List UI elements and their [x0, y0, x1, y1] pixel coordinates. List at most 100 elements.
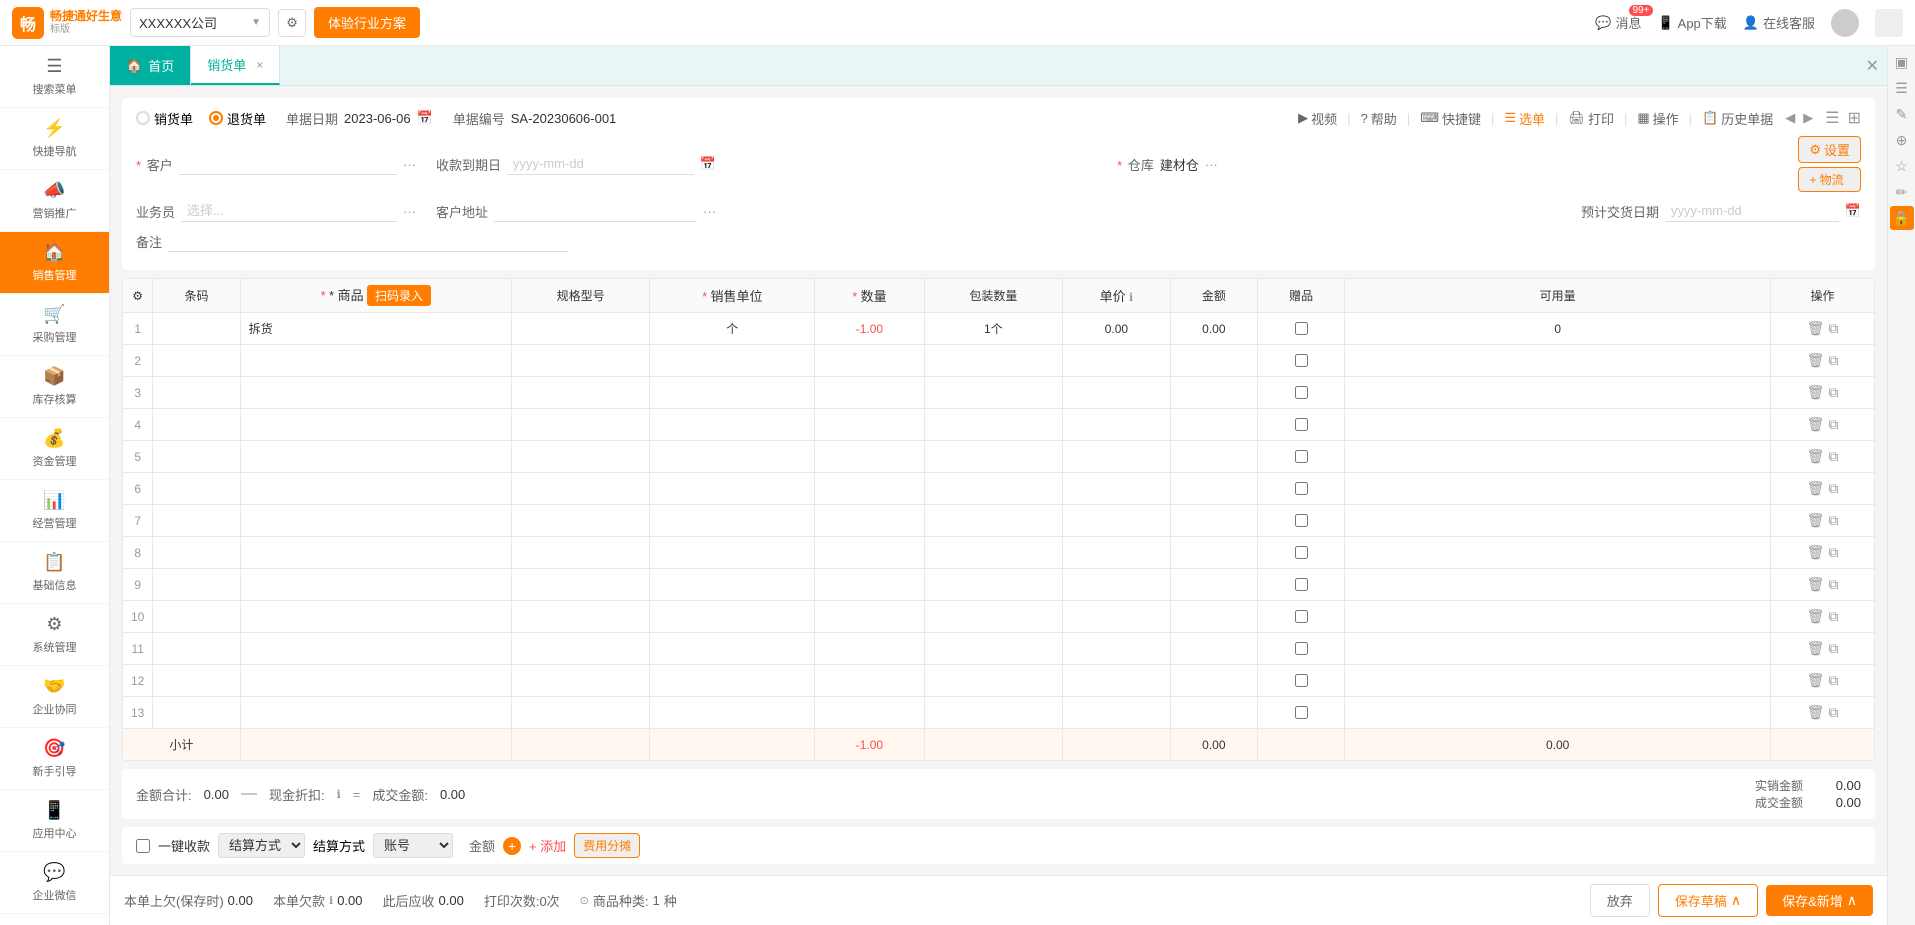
- row-pkg-qty[interactable]: [924, 537, 1062, 569]
- row-price[interactable]: [1063, 537, 1171, 569]
- settings-icon[interactable]: ⚙: [278, 9, 306, 37]
- row-barcode[interactable]: [153, 345, 240, 377]
- gift-checkbox[interactable]: [1295, 706, 1308, 719]
- row-unit[interactable]: [650, 377, 815, 409]
- row-gift[interactable]: [1257, 665, 1344, 697]
- row-amount[interactable]: [1170, 633, 1257, 665]
- nav-prev-icon[interactable]: ◀: [1785, 110, 1795, 126]
- row-price[interactable]: [1063, 409, 1171, 441]
- logistics-button[interactable]: + 物流: [1798, 167, 1861, 192]
- rt-btn-6[interactable]: ✏: [1890, 180, 1914, 204]
- row-gift[interactable]: [1257, 313, 1344, 345]
- row-gift[interactable]: [1257, 505, 1344, 537]
- rt-btn-2[interactable]: ☰: [1890, 76, 1914, 100]
- user-menu-icon[interactable]: [1875, 9, 1903, 37]
- sidebar-item-sales[interactable]: 🏠 销售管理: [0, 232, 109, 294]
- delete-icon[interactable]: 🗑: [1807, 416, 1825, 433]
- remark-input[interactable]: [168, 230, 568, 252]
- delete-icon[interactable]: 🗑: [1807, 320, 1825, 337]
- row-price[interactable]: [1063, 377, 1171, 409]
- calc-method-select[interactable]: 结算方式: [218, 833, 305, 858]
- row-gift[interactable]: [1257, 473, 1344, 505]
- row-product[interactable]: [240, 345, 511, 377]
- row-barcode[interactable]: [153, 569, 240, 601]
- row-qty[interactable]: [815, 345, 924, 377]
- row-barcode[interactable]: [153, 505, 240, 537]
- customer-input[interactable]: [179, 153, 397, 175]
- row-amount[interactable]: [1170, 441, 1257, 473]
- row-product[interactable]: [240, 409, 511, 441]
- row-product[interactable]: [240, 377, 511, 409]
- row-pkg-qty[interactable]: [924, 697, 1062, 729]
- row-unit[interactable]: [650, 409, 815, 441]
- row-gift[interactable]: [1257, 441, 1344, 473]
- row-unit[interactable]: 个: [650, 313, 815, 345]
- row-qty[interactable]: [815, 569, 924, 601]
- row-unit[interactable]: [650, 345, 815, 377]
- calendar-icon[interactable]: 📅: [417, 110, 433, 126]
- row-qty[interactable]: [815, 601, 924, 633]
- row-spec[interactable]: [511, 313, 649, 345]
- gift-checkbox[interactable]: [1295, 674, 1308, 687]
- row-price[interactable]: 0.00: [1063, 313, 1171, 345]
- row-price[interactable]: [1063, 601, 1171, 633]
- row-qty[interactable]: [815, 377, 924, 409]
- delete-icon[interactable]: 🗑: [1807, 576, 1825, 593]
- view-list-icon[interactable]: ☰: [1825, 108, 1839, 128]
- row-barcode[interactable]: [153, 409, 240, 441]
- row-spec[interactable]: [511, 665, 649, 697]
- delete-icon[interactable]: 🗑: [1807, 352, 1825, 369]
- abandon-button[interactable]: 放弃: [1590, 884, 1650, 917]
- gift-checkbox[interactable]: [1295, 450, 1308, 463]
- settings-button[interactable]: ⚙ 设置: [1798, 136, 1861, 163]
- row-unit[interactable]: [650, 441, 815, 473]
- sidebar-item-wechat[interactable]: 💬 企业微信: [0, 852, 109, 914]
- operate-link[interactable]: ▦ 操作: [1637, 109, 1678, 128]
- account-select[interactable]: 账号: [373, 833, 453, 858]
- gift-checkbox[interactable]: [1295, 610, 1308, 623]
- row-qty[interactable]: [815, 441, 924, 473]
- row-barcode[interactable]: [153, 697, 240, 729]
- row-amount[interactable]: [1170, 537, 1257, 569]
- add-button[interactable]: +: [503, 837, 521, 855]
- warehouse-dots-icon[interactable]: ···: [1205, 157, 1218, 172]
- sidebar-item-operation[interactable]: 📊 经营管理: [0, 480, 109, 542]
- copy-icon[interactable]: ⧉: [1828, 640, 1838, 657]
- sidebar-item-finance[interactable]: 💰 资金管理: [0, 418, 109, 480]
- gift-checkbox[interactable]: [1295, 354, 1308, 367]
- gift-checkbox[interactable]: [1295, 514, 1308, 527]
- row-spec[interactable]: [511, 569, 649, 601]
- row-spec[interactable]: [511, 697, 649, 729]
- row-qty[interactable]: [815, 633, 924, 665]
- gift-checkbox[interactable]: [1295, 546, 1308, 559]
- row-spec[interactable]: [511, 601, 649, 633]
- row-pkg-qty[interactable]: [924, 601, 1062, 633]
- scan-button[interactable]: 扫码录入: [367, 285, 431, 306]
- row-amount[interactable]: [1170, 505, 1257, 537]
- sidebar-item-enterprise[interactable]: 🤝 企业协同: [0, 666, 109, 728]
- tab-close-icon[interactable]: ×: [256, 58, 263, 72]
- company-select[interactable]: XXXXXX公司 ▼: [130, 8, 270, 37]
- gift-checkbox[interactable]: [1295, 642, 1308, 655]
- choose-link[interactable]: ☰ 选单: [1504, 109, 1545, 128]
- row-price[interactable]: [1063, 697, 1171, 729]
- row-unit[interactable]: [650, 473, 815, 505]
- sidebar-item-purchase[interactable]: 🛒 采购管理: [0, 294, 109, 356]
- tab-home[interactable]: 🏠 首页: [110, 46, 191, 85]
- row-spec[interactable]: [511, 441, 649, 473]
- rt-btn-7[interactable]: 🔒: [1890, 206, 1914, 230]
- row-pkg-qty[interactable]: [924, 665, 1062, 697]
- user-avatar[interactable]: [1831, 9, 1859, 37]
- debt-info-icon[interactable]: ℹ: [329, 894, 333, 907]
- row-price[interactable]: [1063, 473, 1171, 505]
- row-spec[interactable]: [511, 473, 649, 505]
- expected-date-input[interactable]: [1665, 200, 1839, 222]
- row-pkg-qty[interactable]: [924, 473, 1062, 505]
- row-qty[interactable]: [815, 665, 924, 697]
- fee-button[interactable]: 费用分摊: [574, 833, 640, 858]
- delete-icon[interactable]: 🗑: [1807, 448, 1825, 465]
- row-price[interactable]: [1063, 569, 1171, 601]
- copy-icon[interactable]: ⧉: [1828, 672, 1838, 689]
- copy-icon[interactable]: ⧉: [1828, 416, 1838, 433]
- sidebar-item-basic[interactable]: 📋 基础信息: [0, 542, 109, 604]
